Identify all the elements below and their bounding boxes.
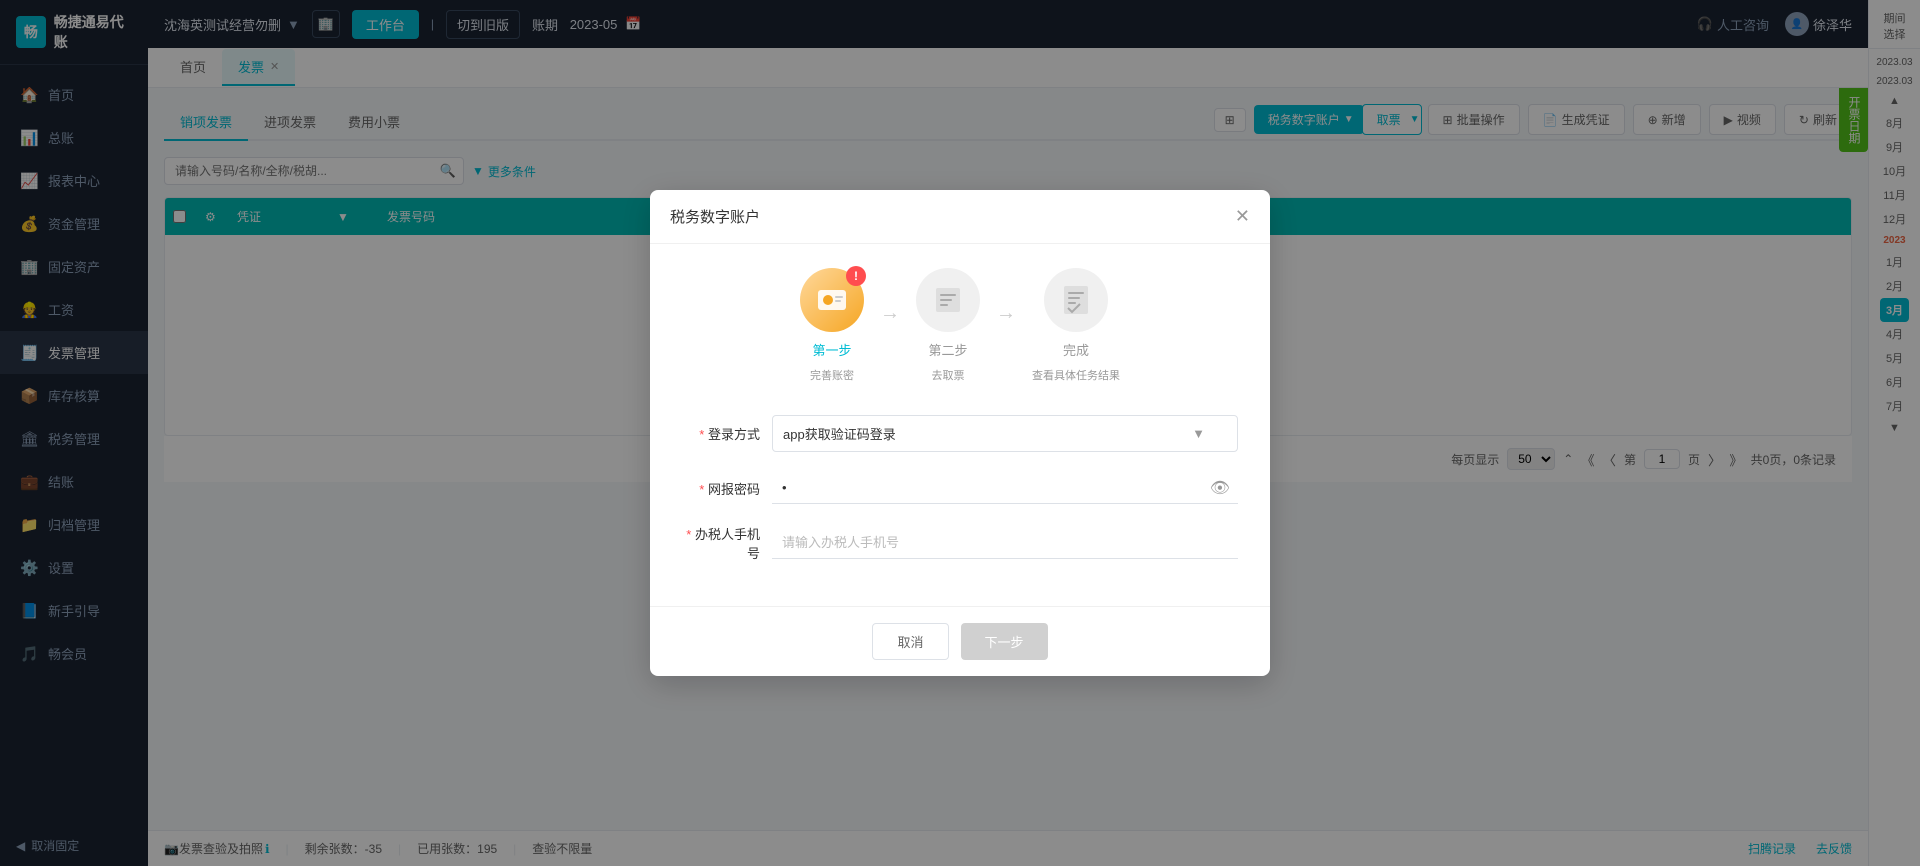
next-button[interactable]: 下一步 bbox=[961, 623, 1048, 660]
step-3: 完成 查看具体任务结果 bbox=[1032, 268, 1120, 383]
step-2: 第二步 去取票 bbox=[916, 268, 980, 383]
step3-icon-wrap bbox=[1044, 268, 1108, 332]
password-row: * 网报密码 👁 bbox=[682, 472, 1238, 504]
password-toggle-icon[interactable]: 👁 bbox=[1210, 478, 1230, 498]
step2-icon-wrap bbox=[916, 268, 980, 332]
login-method-label: * 登录方式 bbox=[682, 424, 772, 443]
phone-label: * 办税人手机号 bbox=[682, 524, 772, 562]
password-label: * 网报密码 bbox=[682, 479, 772, 498]
phone-input[interactable] bbox=[772, 527, 1238, 559]
required-mark2: * bbox=[699, 482, 704, 497]
step1-sub: 完善账密 bbox=[810, 367, 854, 383]
steps-indicator: ! 第一步 完善账密 → bbox=[682, 268, 1238, 383]
login-method-row: * 登录方式 app获取验证码登录 ▼ bbox=[682, 415, 1238, 452]
step-arrow-1: → bbox=[880, 302, 900, 325]
modal-body: ! 第一步 完善账密 → bbox=[650, 244, 1270, 606]
step2-icon bbox=[930, 282, 966, 318]
password-input[interactable] bbox=[772, 472, 1238, 504]
step-arrow-2: → bbox=[996, 302, 1016, 325]
modal-overlay[interactable]: 税务数字账户 ✕ ! bbox=[0, 0, 1920, 866]
step1-badge: ! bbox=[846, 266, 866, 286]
step2-label: 第二步 bbox=[928, 340, 967, 359]
step-1: ! 第一步 完善账密 bbox=[800, 268, 864, 383]
cancel-button[interactable]: 取消 bbox=[872, 623, 948, 660]
select-chevron-icon: ▼ bbox=[1192, 426, 1205, 441]
password-field: 👁 bbox=[772, 472, 1238, 504]
modal-close-button[interactable]: ✕ bbox=[1235, 206, 1250, 227]
login-method-select[interactable]: app获取验证码登录 ▼ bbox=[772, 415, 1238, 452]
phone-field bbox=[772, 527, 1238, 559]
step1-label: 第一步 bbox=[812, 340, 851, 359]
step3-sub: 查看具体任务结果 bbox=[1032, 367, 1120, 383]
modal-footer: 取消 下一步 bbox=[650, 606, 1270, 676]
step1-icon bbox=[814, 282, 850, 318]
required-mark: * bbox=[699, 427, 704, 442]
step2-sub: 去取票 bbox=[932, 367, 965, 383]
step3-icon bbox=[1058, 282, 1094, 318]
login-method-field: app获取验证码登录 ▼ bbox=[772, 415, 1238, 452]
modal-title: 税务数字账户 bbox=[670, 206, 760, 227]
phone-row: * 办税人手机号 bbox=[682, 524, 1238, 562]
tax-account-modal: 税务数字账户 ✕ ! bbox=[650, 190, 1270, 676]
required-mark3: * bbox=[686, 527, 691, 542]
modal-header: 税务数字账户 ✕ bbox=[650, 190, 1270, 244]
step1-icon-wrap: ! bbox=[800, 268, 864, 332]
step3-label: 完成 bbox=[1063, 340, 1089, 359]
